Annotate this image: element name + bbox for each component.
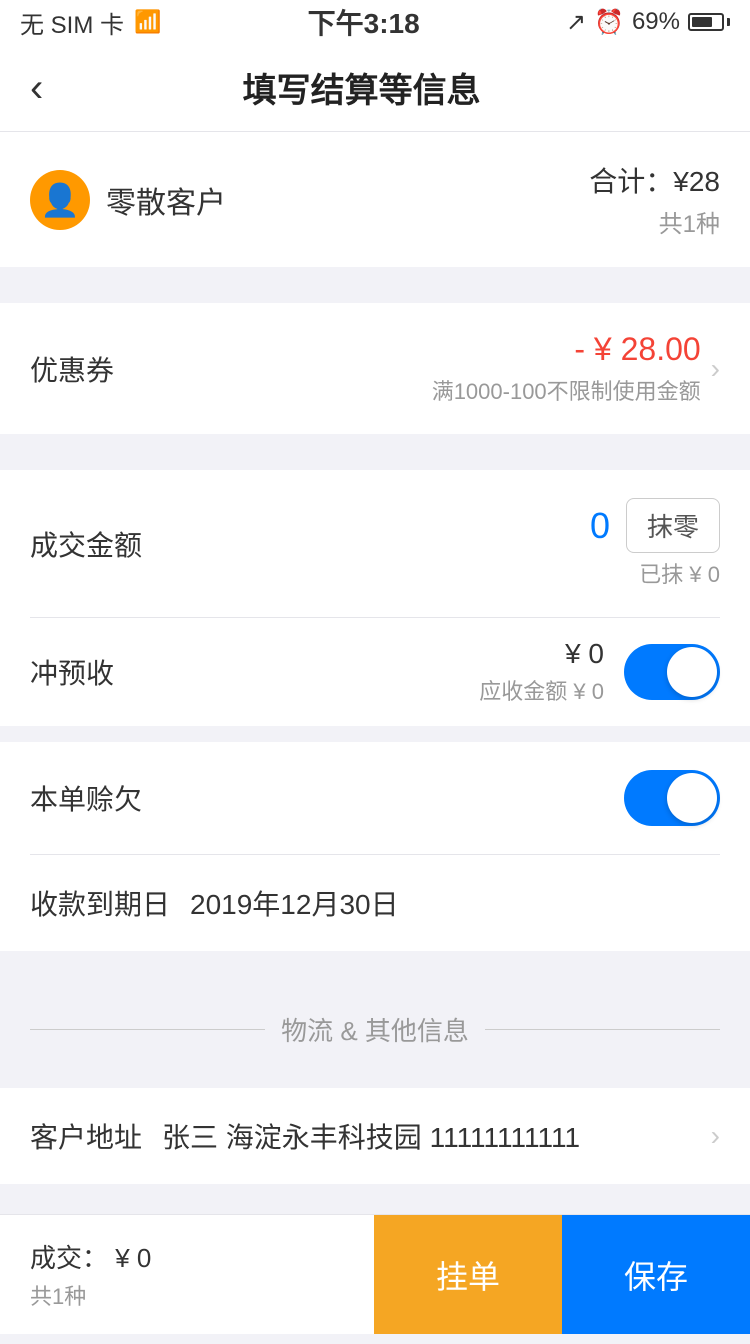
bottom-deal-amount: 成交： ¥ 0 [30, 1238, 344, 1275]
address-value: 张三 海淀永丰科技园 11111111111 [162, 1116, 711, 1156]
battery-icon [688, 13, 730, 31]
due-date-row: 收款到期日 2019年12月30日 [0, 855, 750, 951]
due-date-label: 收款到期日 [30, 883, 170, 923]
debt-toggle-knob [667, 773, 717, 823]
coupon-amount: - ¥ 28.00 [432, 331, 701, 368]
coupon-desc: 满1000-100不限制使用金额 [432, 374, 701, 406]
section-divider-2 [0, 454, 750, 470]
chong-label: 冲预收 [30, 652, 114, 692]
coupon-label: 优惠券 [30, 349, 114, 389]
total-count: 共1种 [589, 204, 720, 239]
sim-text: 无 SIM 卡 [20, 5, 124, 40]
coupon-chevron-icon: › [711, 353, 720, 385]
bottom-deal-label: 成交： [30, 1243, 108, 1273]
coupon-section[interactable]: 优惠券 - ¥ 28.00 满1000-100不限制使用金额 › [0, 303, 750, 434]
status-right: ↗ ⏰ 69% [566, 8, 730, 37]
status-left: 无 SIM 卡 📶 [20, 5, 161, 40]
debt-row: 本单赊欠 [0, 742, 750, 854]
logistics-header: 物流 & 其他信息 [0, 987, 750, 1072]
due-date-value[interactable]: 2019年12月30日 [190, 883, 399, 923]
address-section: 客户地址 张三 海淀永丰科技园 11111111111 › [0, 1088, 750, 1184]
customer-total: 合计：¥28 共1种 [589, 160, 720, 239]
total-amount: 合计：¥28 [589, 160, 720, 200]
battery-percent: 69% [632, 8, 680, 36]
alarm-icon: ⏰ [594, 8, 624, 37]
coupon-row[interactable]: 优惠券 - ¥ 28.00 满1000-100不限制使用金额 › [0, 303, 750, 434]
coupon-right: - ¥ 28.00 满1000-100不限制使用金额 [432, 331, 701, 406]
chong-row: 冲预收 ¥ 0 应收金额 ¥ 0 [0, 618, 750, 726]
deal-amount-right: 0 抹零 [570, 498, 720, 553]
logistics-label: 物流 & 其他信息 [281, 1011, 469, 1048]
section-divider-5 [0, 1072, 750, 1088]
section-divider-3 [0, 726, 750, 742]
bottom-deal-value: ¥ 0 [115, 1243, 151, 1273]
bottom-actions: 挂单 保存 [374, 1215, 750, 1334]
debt-toggle[interactable] [624, 770, 720, 826]
save-button[interactable]: 保存 [562, 1215, 750, 1334]
address-label: 客户地址 [30, 1116, 142, 1156]
status-bar: 无 SIM 卡 📶 下午3:18 ↗ ⏰ 69% [0, 0, 750, 44]
avatar-icon: 👤 [40, 181, 80, 219]
header-line-left [30, 1029, 265, 1030]
header-line-right [485, 1029, 720, 1030]
customer-avatar: 👤 [30, 170, 90, 230]
deal-amount-value[interactable]: 0 [570, 505, 610, 547]
hang-button[interactable]: 挂单 [374, 1215, 562, 1334]
address-chevron-icon: › [711, 1120, 720, 1152]
back-button[interactable]: ‹ [30, 68, 43, 108]
deal-section: 成交金额 0 抹零 已抹 ¥ 0 冲预收 ¥ 0 应收金额 ¥ 0 [0, 470, 750, 726]
chong-toggle[interactable] [624, 644, 720, 700]
address-row[interactable]: 客户地址 张三 海淀永丰科技园 11111111111 › [0, 1088, 750, 1184]
status-time: 下午3:18 [308, 2, 420, 42]
chong-sub-amount: 应收金额 ¥ 0 [479, 674, 604, 706]
customer-left: 👤 零散客户 [30, 170, 226, 230]
debt-section: 本单赊欠 收款到期日 2019年12月30日 [0, 742, 750, 951]
location-icon: ↗ [566, 8, 586, 37]
deal-amount-row: 成交金额 0 抹零 已抹 ¥ 0 [0, 470, 750, 617]
section-divider-4 [0, 971, 750, 987]
debt-label: 本单赊欠 [30, 778, 142, 818]
deal-amount-label: 成交金额 [30, 524, 142, 564]
bottom-count: 共1种 [30, 1279, 344, 1311]
page-title: 填写结算等信息 [63, 63, 660, 112]
wifi-icon: 📶 [134, 9, 161, 35]
bottom-bar: 成交： ¥ 0 共1种 挂单 保存 [0, 1214, 750, 1334]
customer-row: 👤 零散客户 合计：¥28 共1种 [0, 132, 750, 267]
customer-section: 👤 零散客户 合计：¥28 共1种 [0, 132, 750, 267]
section-divider-1 [0, 287, 750, 303]
toggle-knob [667, 647, 717, 697]
deal-amount-sub: 已抹 ¥ 0 [570, 557, 720, 589]
chong-right: ¥ 0 应收金额 ¥ 0 [479, 638, 720, 706]
chong-main-amount: ¥ 0 [479, 638, 604, 670]
customer-name: 零散客户 [106, 178, 226, 222]
chong-amounts: ¥ 0 应收金额 ¥ 0 [479, 638, 604, 706]
nav-bar: ‹ 填写结算等信息 [0, 44, 750, 132]
bottom-info: 成交： ¥ 0 共1种 [0, 1238, 374, 1311]
round-zero-button[interactable]: 抹零 [626, 498, 720, 553]
